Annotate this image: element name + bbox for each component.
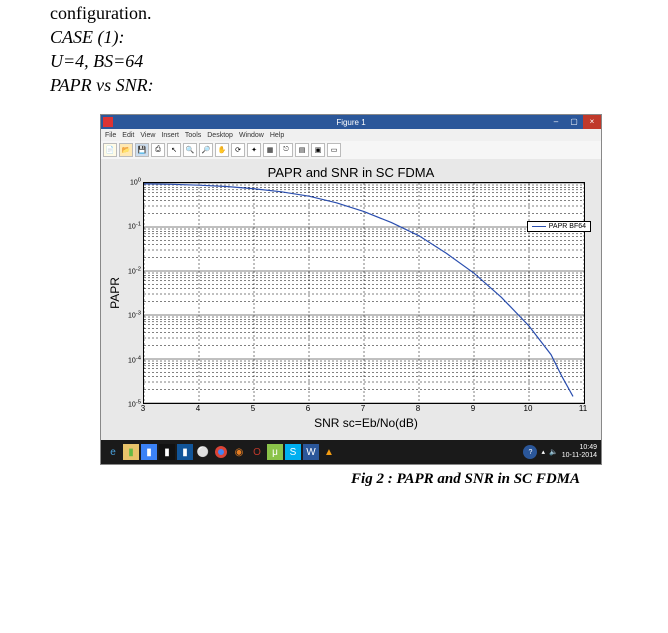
legend-line-icon: [532, 226, 546, 227]
close-button[interactable]: ×: [583, 115, 601, 129]
store-icon[interactable]: ▮: [177, 444, 193, 460]
save-icon[interactable]: 💾: [135, 143, 149, 157]
opera-icon[interactable]: O: [249, 444, 265, 460]
window-title: Figure 1: [336, 118, 365, 127]
legend-icon[interactable]: ▣: [311, 143, 325, 157]
help-icon[interactable]: ?: [523, 445, 537, 459]
taskbar: e ▮ ▮ ▮ ▮ ⚪ ◉ O μ S W ▲ ? ▴ 🔈 10:49 10-1…: [101, 440, 601, 464]
tray-date: 10-11-2014: [562, 452, 597, 460]
link-icon[interactable]: ⎋: [279, 143, 293, 157]
legend-label: PAPR BF64: [549, 223, 586, 230]
matlab-icon: [103, 117, 113, 127]
colorbar-icon[interactable]: ▤: [295, 143, 309, 157]
menu-file[interactable]: File: [105, 132, 116, 139]
print-icon[interactable]: ⎙: [151, 143, 165, 157]
menu-view[interactable]: View: [140, 132, 155, 139]
datacursor-icon[interactable]: ✦: [247, 143, 261, 157]
x-ticks: 34567891011: [143, 404, 583, 414]
tray-sound-icon[interactable]: 🔈: [549, 448, 558, 456]
menu-window[interactable]: Window: [239, 132, 264, 139]
firefox-icon[interactable]: ◉: [231, 444, 247, 460]
tray-time: 10:49: [562, 444, 597, 452]
app3-icon[interactable]: ⚪: [195, 444, 211, 460]
y-axis-label: PAPR: [105, 182, 125, 404]
rotate-icon[interactable]: ⟳: [231, 143, 245, 157]
tray-chevron-icon[interactable]: ▴: [541, 448, 545, 456]
text-papr-vs-snr: PAPR vs SNR:: [50, 75, 668, 96]
pan-icon[interactable]: ✋: [215, 143, 229, 157]
new-icon[interactable]: 📄: [103, 143, 117, 157]
app2-icon[interactable]: ▮: [159, 444, 175, 460]
legend[interactable]: PAPR BF64: [527, 221, 591, 232]
menubar: File Edit View Insert Tools Desktop Wind…: [101, 129, 601, 141]
zoom-out-icon[interactable]: 🔎: [199, 143, 213, 157]
chrome-icon[interactable]: [213, 444, 229, 460]
menu-desktop[interactable]: Desktop: [207, 132, 233, 139]
annotate-icon[interactable]: ▭: [327, 143, 341, 157]
plot-canvas: [143, 182, 585, 404]
matlab-taskbar-icon[interactable]: ▲: [321, 444, 337, 460]
menu-edit[interactable]: Edit: [122, 132, 134, 139]
x-axis-label: SNR sc=Eb/No(dB): [135, 416, 597, 430]
titlebar: Figure 1 – ▢ ×: [101, 115, 601, 129]
toolbar: 📄 📂 💾 ⎙ ↖ 🔍 🔎 ✋ ⟳ ✦ ▦ ⎋ ▤ ▣ ▭: [101, 141, 601, 159]
text-case: CASE (1):: [50, 27, 668, 48]
text-configuration: configuration.: [50, 3, 668, 24]
open-icon[interactable]: 📂: [119, 143, 133, 157]
explorer-icon[interactable]: ▮: [123, 444, 139, 460]
app1-icon[interactable]: ▮: [141, 444, 157, 460]
pointer-icon[interactable]: ↖: [167, 143, 181, 157]
word-icon[interactable]: W: [303, 444, 319, 460]
brush-icon[interactable]: ▦: [263, 143, 277, 157]
menu-help[interactable]: Help: [270, 132, 284, 139]
zoom-in-icon[interactable]: 🔍: [183, 143, 197, 157]
utorrent-icon[interactable]: μ: [267, 444, 283, 460]
ie-icon[interactable]: e: [105, 444, 121, 460]
figure-caption: Fig 2 : PAPR and SNR in SC FDMA: [100, 471, 580, 488]
y-ticks: 100 10-1 10-2 10-3 10-4 10-5: [125, 182, 143, 404]
maximize-button[interactable]: ▢: [565, 115, 583, 129]
menu-insert[interactable]: Insert: [161, 132, 179, 139]
skype-icon[interactable]: S: [285, 444, 301, 460]
menu-tools[interactable]: Tools: [185, 132, 201, 139]
text-params: U=4, BS=64: [50, 51, 668, 72]
figure-window: Figure 1 – ▢ × File Edit View Insert Too…: [100, 114, 602, 465]
chart-title: PAPR and SNR in SC FDMA: [105, 165, 597, 180]
minimize-button[interactable]: –: [547, 115, 565, 129]
